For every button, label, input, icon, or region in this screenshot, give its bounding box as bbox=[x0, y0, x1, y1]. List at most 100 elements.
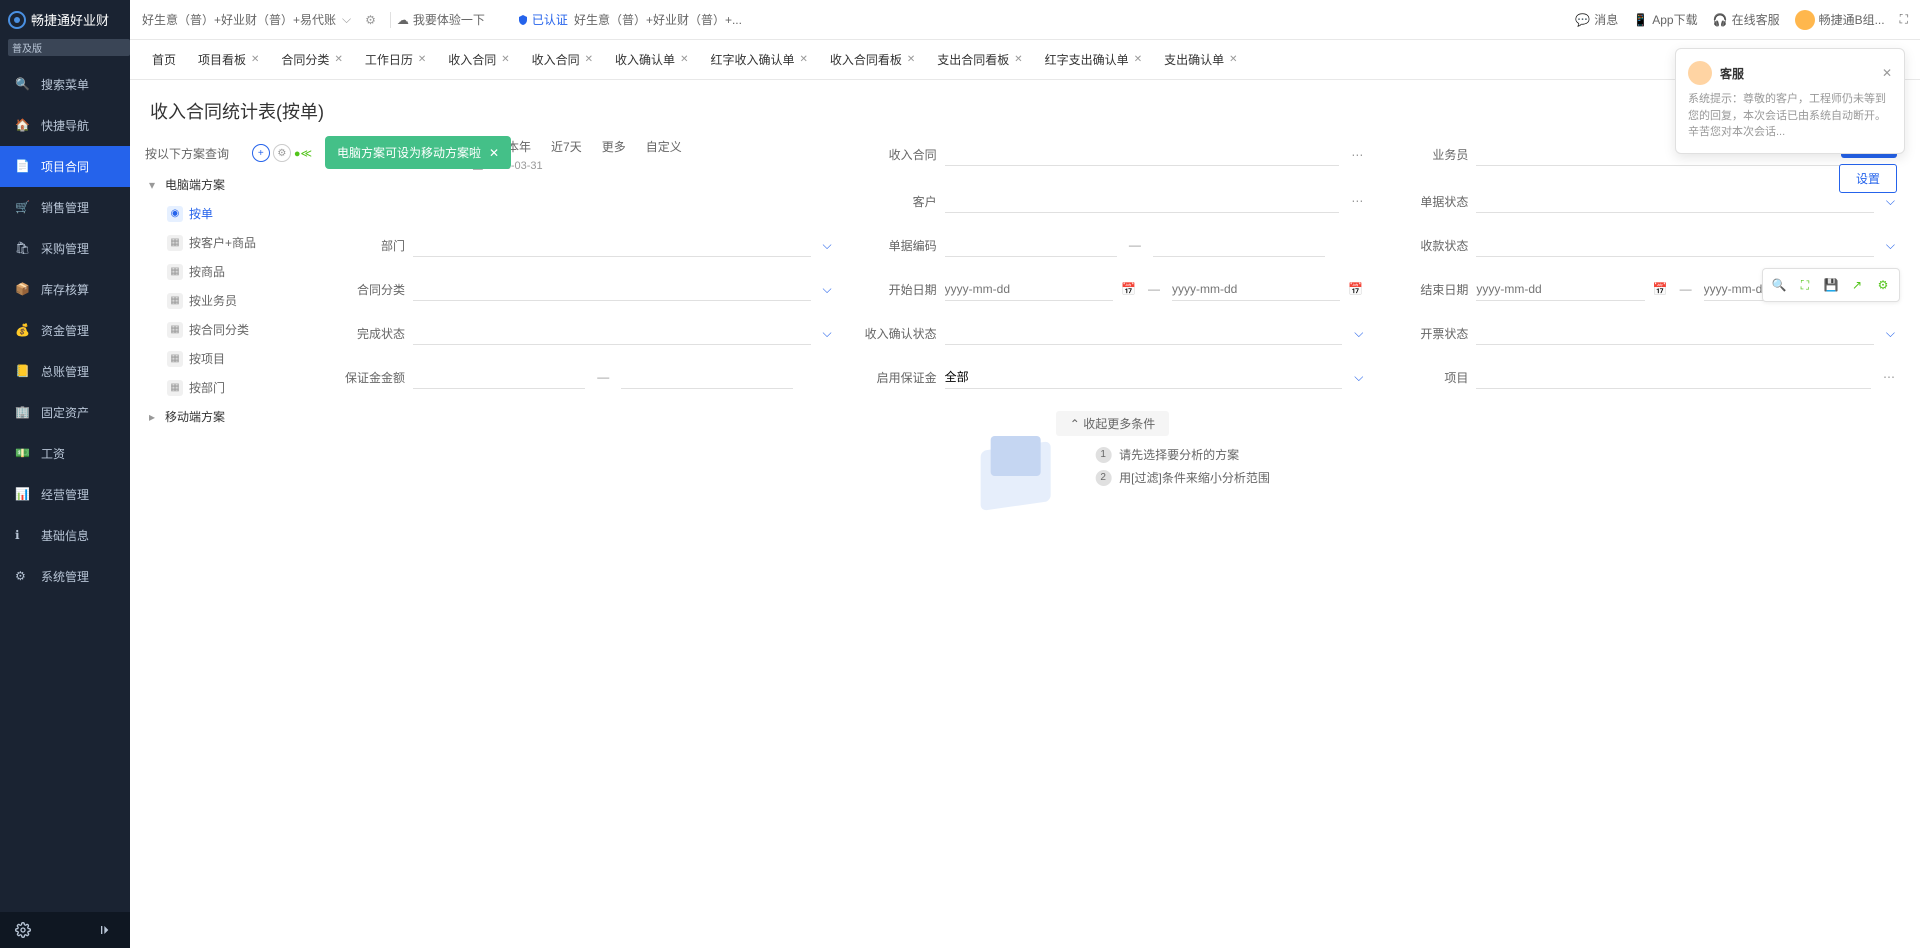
select-invoice-status[interactable] bbox=[1476, 322, 1874, 345]
chevron-down-icon[interactable]: ⌵ bbox=[1886, 238, 1895, 253]
config-icon[interactable]: ⚙ bbox=[1871, 273, 1895, 297]
sidebar-item-8[interactable]: 🏢固定资产 bbox=[0, 392, 130, 433]
add-scheme-icon[interactable]: + bbox=[252, 144, 270, 162]
chevron-down-icon[interactable]: ⌵ bbox=[342, 12, 351, 27]
date-tab-自定义[interactable]: 自定义 bbox=[640, 136, 688, 157]
scheme-group-pc[interactable]: ▾ 电脑端方案 bbox=[145, 170, 312, 199]
sidebar-item-4[interactable]: 🛍采购管理 bbox=[0, 228, 130, 269]
tab-1[interactable]: 项目看板✕ bbox=[188, 43, 269, 76]
tab-0[interactable]: 首页 bbox=[142, 43, 186, 76]
settings-icon[interactable] bbox=[15, 922, 31, 938]
close-tab-icon[interactable]: ✕ bbox=[334, 54, 342, 65]
input-start-date-to[interactable] bbox=[1172, 278, 1340, 301]
fullscreen-icon[interactable]: ⛶ bbox=[1900, 12, 1908, 27]
chevron-down-icon[interactable]: ⌵ bbox=[1886, 194, 1895, 209]
sidebar-item-1[interactable]: 🏠快捷导航 bbox=[0, 105, 130, 146]
chevron-down-icon[interactable]: ⌵ bbox=[823, 282, 832, 297]
sidebar-item-3[interactable]: 🛒销售管理 bbox=[0, 187, 130, 228]
calendar-icon[interactable]: 📅 bbox=[1121, 282, 1136, 296]
scheme-item-2[interactable]: ▦按商品 bbox=[145, 257, 312, 286]
more-icon[interactable]: ⋯ bbox=[1883, 370, 1895, 384]
close-tab-icon[interactable]: ✕ bbox=[907, 54, 915, 65]
export-icon[interactable]: ↗ bbox=[1845, 273, 1869, 297]
collapse-sidebar-icon[interactable] bbox=[99, 922, 115, 938]
tab-4[interactable]: 收入合同✕ bbox=[438, 43, 519, 76]
close-tab-icon[interactable]: ✕ bbox=[501, 54, 509, 65]
select-department[interactable] bbox=[413, 234, 811, 257]
close-popup-icon[interactable]: ✕ bbox=[1882, 66, 1892, 80]
scheme-item-5[interactable]: ▦按项目 bbox=[145, 344, 312, 373]
select-confirm-status[interactable] bbox=[945, 322, 1343, 345]
tab-8[interactable]: 收入合同看板✕ bbox=[820, 43, 925, 76]
close-tab-icon[interactable]: ✕ bbox=[1134, 54, 1142, 65]
sidebar-item-5[interactable]: 📦库存核算 bbox=[0, 269, 130, 310]
chevron-down-icon[interactable]: ⌵ bbox=[823, 238, 832, 253]
close-tab-icon[interactable]: ✕ bbox=[680, 54, 688, 65]
settings-button[interactable]: 设置 bbox=[1839, 164, 1897, 193]
sidebar-item-6[interactable]: 💰资金管理 bbox=[0, 310, 130, 351]
date-tab-近7天[interactable]: 近7天 bbox=[545, 136, 588, 157]
calendar-icon[interactable]: 📅 bbox=[1348, 282, 1363, 296]
input-deposit-from[interactable] bbox=[413, 366, 585, 389]
close-tab-icon[interactable]: ✕ bbox=[1014, 54, 1022, 65]
tab-10[interactable]: 红字支出确认单✕ bbox=[1035, 43, 1152, 76]
close-tab-icon[interactable]: ✕ bbox=[799, 54, 807, 65]
select-use-deposit[interactable] bbox=[945, 366, 1343, 389]
sidebar-item-11[interactable]: ℹ基础信息 bbox=[0, 515, 130, 556]
messages-button[interactable]: 💬 消息 bbox=[1575, 11, 1618, 28]
online-service-button[interactable]: 🎧 在线客服 bbox=[1713, 11, 1780, 28]
select-contract-class[interactable] bbox=[413, 278, 811, 301]
collapse-panel-icon[interactable]: ●≪ bbox=[294, 147, 312, 160]
chevron-down-icon[interactable]: ⌵ bbox=[1886, 326, 1895, 341]
close-tab-icon[interactable]: ✕ bbox=[251, 54, 259, 65]
input-income-contract[interactable] bbox=[945, 143, 1340, 166]
sidebar-item-2[interactable]: 📄项目合同 bbox=[0, 146, 130, 187]
input-end-date-from[interactable] bbox=[1476, 278, 1644, 301]
select-bill-status[interactable] bbox=[1476, 190, 1874, 213]
save-icon[interactable]: 💾 bbox=[1819, 273, 1843, 297]
input-bill-code-to[interactable] bbox=[1153, 234, 1325, 257]
select-complete-status[interactable] bbox=[413, 322, 811, 345]
input-project[interactable] bbox=[1476, 366, 1871, 389]
tab-3[interactable]: 工作日历✕ bbox=[355, 43, 436, 76]
input-customer[interactable] bbox=[945, 190, 1340, 213]
calendar-icon[interactable]: 📅 bbox=[1653, 282, 1668, 296]
user-menu[interactable]: 畅捷通B组... bbox=[1795, 10, 1885, 30]
close-tip-icon[interactable]: ✕ bbox=[489, 146, 499, 160]
chevron-down-icon[interactable]: ⌵ bbox=[1354, 370, 1363, 385]
close-tab-icon[interactable]: ✕ bbox=[1229, 54, 1237, 65]
tab-9[interactable]: 支出合同看板✕ bbox=[927, 43, 1032, 76]
chevron-down-icon[interactable]: ⌵ bbox=[1354, 326, 1363, 341]
scheme-group-mobile[interactable]: ▸ 移动端方案 bbox=[145, 402, 312, 431]
sidebar-item-9[interactable]: 💵工资 bbox=[0, 433, 130, 474]
sidebar-item-7[interactable]: 📒总账管理 bbox=[0, 351, 130, 392]
close-tab-icon[interactable]: ✕ bbox=[585, 54, 593, 65]
sidebar-item-10[interactable]: 📊经营管理 bbox=[0, 474, 130, 515]
chevron-down-icon[interactable]: ⌵ bbox=[823, 326, 832, 341]
sidebar-item-12[interactable]: ⚙系统管理 bbox=[0, 556, 130, 597]
scheme-gear-icon[interactable]: ⚙ bbox=[273, 144, 291, 162]
zoom-icon[interactable]: 🔍 bbox=[1767, 273, 1791, 297]
sidebar-item-0[interactable]: 🔍搜索菜单 bbox=[0, 64, 130, 105]
product-selector[interactable]: 好生意（普）+好业财（普）+易代账 bbox=[142, 11, 336, 28]
scheme-item-4[interactable]: ▦按合同分类 bbox=[145, 315, 312, 344]
scheme-item-1[interactable]: ▦按客户+商品 bbox=[145, 228, 312, 257]
tab-2[interactable]: 合同分类✕ bbox=[271, 43, 352, 76]
scheme-item-3[interactable]: ▦按业务员 bbox=[145, 286, 312, 315]
close-tab-icon[interactable]: ✕ bbox=[418, 54, 426, 65]
scheme-item-0[interactable]: ◉按单 bbox=[145, 199, 312, 228]
expand-icon[interactable]: ⛶ bbox=[1793, 273, 1817, 297]
tab-7[interactable]: 红字收入确认单✕ bbox=[700, 43, 817, 76]
input-deposit-to[interactable] bbox=[621, 366, 793, 389]
tab-11[interactable]: 支出确认单✕ bbox=[1154, 43, 1247, 76]
try-button[interactable]: ☁ 我要体验一下 bbox=[397, 11, 485, 28]
topbar-gear-icon[interactable]: ⚙ bbox=[365, 13, 376, 27]
input-start-date-from[interactable] bbox=[945, 278, 1113, 301]
tab-6[interactable]: 收入确认单✕ bbox=[605, 43, 698, 76]
more-icon[interactable]: ⋯ bbox=[1351, 194, 1363, 208]
date-tab-更多[interactable]: 更多 bbox=[596, 136, 632, 157]
select-receipt-status[interactable] bbox=[1476, 234, 1874, 257]
input-bill-code-from[interactable] bbox=[945, 234, 1117, 257]
scheme-item-6[interactable]: ▦按部门 bbox=[145, 373, 312, 402]
app-download-button[interactable]: 📱 App下载 bbox=[1633, 11, 1697, 28]
